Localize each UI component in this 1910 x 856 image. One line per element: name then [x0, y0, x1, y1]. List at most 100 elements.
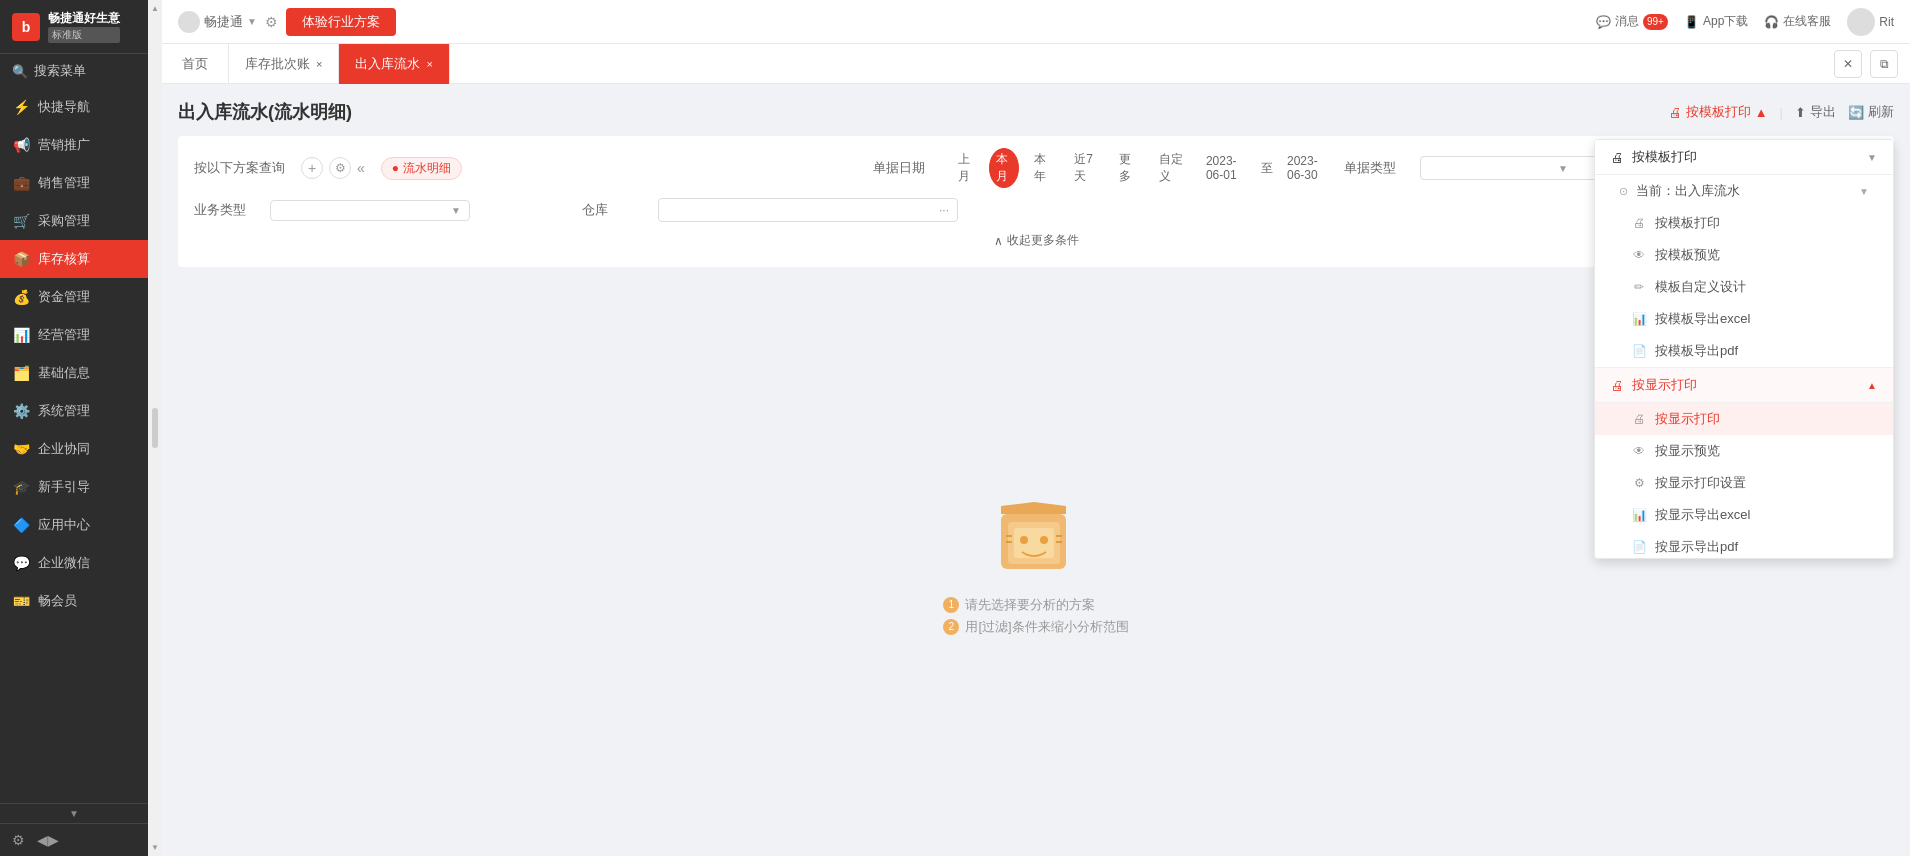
dp-template-custom[interactable]: ✏ 模板自定义设计 [1595, 271, 1893, 303]
main-area: 畅捷通 ▼ ⚙ 体验行业方案 💬 消息 99+ 📱 App下载 🎧 在线客服 [162, 0, 1910, 856]
date-range-start: 2023-06-01 [1206, 154, 1247, 182]
tab-flow-detail-close[interactable]: × [426, 58, 432, 70]
empty-hints: 1 请先选择要分析的方案 2 用[过滤]条件来缩小分析范围 [943, 596, 1128, 636]
filter-collapse-button[interactable]: « [357, 160, 365, 176]
sidebar-scroll-track: ▲ ▼ [148, 0, 162, 856]
date-7days[interactable]: 近7天 [1065, 148, 1104, 188]
apps-icon: 🔷 [12, 516, 30, 534]
dp-template-print-sub[interactable]: 🖨 按模板打印 [1595, 207, 1893, 239]
export-icon: ⬆ [1795, 105, 1806, 120]
filter-add-button[interactable]: + [301, 157, 323, 179]
collapse-sidebar-icon[interactable]: ◀▶ [37, 832, 59, 848]
sidebar-item-wechat[interactable]: 💬 企业微信 [0, 544, 148, 582]
sidebar-item-label-base: 基础信息 [38, 364, 90, 382]
action-divider: | [1780, 105, 1783, 120]
filter-settings-button[interactable]: ⚙ [329, 157, 351, 179]
marketing-icon: 📢 [12, 136, 30, 154]
newbie-icon: 🎓 [12, 478, 30, 496]
dp-display-print-settings[interactable]: ⚙ 按显示打印设置 [1595, 467, 1893, 499]
sidebar-item-operations[interactable]: 📊 经营管理 [0, 316, 148, 354]
refresh-button[interactable]: 🔄 刷新 [1848, 103, 1894, 121]
refresh-icon: 🔄 [1848, 105, 1864, 120]
sidebar-item-label-system: 系统管理 [38, 402, 90, 420]
tab-flow-detail[interactable]: 出入库流水 × [339, 44, 449, 84]
dp-template-preview[interactable]: 👁 按模板预览 [1595, 239, 1893, 271]
sidebar-item-sales[interactable]: 💼 销售管理 [0, 164, 148, 202]
template-print-label: 按模板打印 [1686, 103, 1751, 121]
export-button[interactable]: ⬆ 导出 [1795, 103, 1836, 121]
sidebar-item-membership[interactable]: 🎫 畅会员 [0, 582, 148, 620]
sidebar-item-label-purchase: 采购管理 [38, 212, 90, 230]
biz-type-select[interactable]: ▼ [270, 200, 470, 221]
refresh-label: 刷新 [1868, 103, 1894, 121]
tab-batch-ledger-close[interactable]: × [316, 58, 322, 70]
warehouse-select[interactable]: ··· [658, 198, 958, 222]
tabs-right-actions: ✕ ⧉ [1822, 44, 1910, 84]
warehouse-more-icon[interactable]: ··· [939, 203, 949, 217]
tab-close-btn[interactable]: ✕ [1834, 50, 1862, 78]
date-this-year[interactable]: 本年 [1025, 148, 1059, 188]
tab-home-label: 首页 [182, 55, 208, 73]
sidebar-item-label-newbie: 新手引导 [38, 478, 90, 496]
collapse-more-icon: ∧ [994, 234, 1003, 248]
scroll-thumb[interactable] [152, 408, 158, 448]
active-filter-label: 流水明细 [403, 160, 451, 177]
template-print-button[interactable]: 🖨 按模板打印 ▲ [1669, 103, 1768, 121]
dp-template-export-excel[interactable]: 📊 按模板导出excel [1595, 303, 1893, 335]
sidebar-item-enterprise[interactable]: 🤝 企业协同 [0, 430, 148, 468]
scroll-up-arrow[interactable]: ▲ [151, 4, 159, 13]
svg-rect-2 [1014, 528, 1054, 558]
search-menu-label: 搜索菜单 [34, 62, 86, 80]
dp-template-print-header[interactable]: 🖨 按模板打印 ▼ [1595, 140, 1893, 175]
dp-template-export-pdf[interactable]: 📄 按模板导出pdf [1595, 335, 1893, 367]
sidebar-item-newbie[interactable]: 🎓 新手引导 [0, 468, 148, 506]
sidebar-item-label-marketing: 营销推广 [38, 136, 90, 154]
dp-display-export-pdf[interactable]: 📄 按显示导出pdf [1595, 531, 1893, 559]
sidebar-item-apps[interactable]: 🔷 应用中心 [0, 506, 148, 544]
sidebar-scroll-down[interactable]: ▼ [0, 803, 148, 823]
sidebar-item-inventory[interactable]: 📦 库存核算 [0, 240, 148, 278]
settings-bottom-icon[interactable]: ⚙ [12, 832, 25, 848]
sidebar-item-marketing[interactable]: 📢 营销推广 [0, 126, 148, 164]
sidebar-item-base[interactable]: 🗂️ 基础信息 [0, 354, 148, 392]
sidebar-item-quick-nav[interactable]: ⚡ 快捷导航 [0, 88, 148, 126]
topbar-right: 💬 消息 99+ 📱 App下载 🎧 在线客服 Rit [1596, 8, 1894, 36]
sidebar-item-purchase[interactable]: 🛒 采购管理 [0, 202, 148, 240]
topbar-message[interactable]: 💬 消息 99+ [1596, 13, 1668, 30]
dp-display-print-header[interactable]: 🖨 按显示打印 ▲ [1595, 368, 1893, 403]
date-custom[interactable]: 自定义 [1150, 148, 1192, 188]
empty-hint-2: 2 用[过滤]条件来缩小分析范围 [943, 618, 1128, 636]
app-name: 畅捷通好生意 [48, 10, 120, 27]
topbar-dropdown-icon[interactable]: ▼ [247, 16, 257, 27]
topbar-customer-service[interactable]: 🎧 在线客服 [1764, 13, 1831, 30]
export-label: 导出 [1810, 103, 1836, 121]
tab-batch-ledger[interactable]: 库存批次账 × [229, 44, 339, 84]
message-badge: 99+ [1643, 14, 1668, 30]
topbar-user[interactable]: 畅捷通 ▼ [178, 11, 257, 33]
dp-display-export-excel[interactable]: 📊 按显示导出excel [1595, 499, 1893, 531]
dp-template-print-title: 🖨 按模板打印 [1611, 148, 1697, 166]
dp-display-preview[interactable]: 👁 按显示预览 [1595, 435, 1893, 467]
scroll-down-arrow[interactable]: ▼ [151, 843, 159, 852]
sidebar-item-finance[interactable]: 💰 资金管理 [0, 278, 148, 316]
date-prev-month[interactable]: 上月 [949, 148, 983, 188]
enterprise-icon: 🤝 [12, 440, 30, 458]
sidebar-item-label-inventory: 库存核算 [38, 250, 90, 268]
topbar-user-right[interactable]: Rit [1847, 8, 1894, 36]
tab-home[interactable]: 首页 [162, 44, 229, 84]
date-more[interactable]: 更多 [1110, 148, 1144, 188]
topbar-gear-icon[interactable]: ⚙ [265, 14, 278, 30]
active-filter-tag[interactable]: ● 流水明细 [381, 157, 462, 180]
trial-button[interactable]: 体验行业方案 [286, 8, 396, 36]
search-menu[interactable]: 🔍 搜索菜单 [0, 54, 148, 88]
filter-by-label: 按以下方案查询 [194, 159, 285, 177]
tab-minimize-btn[interactable]: ⧉ [1870, 50, 1898, 78]
message-label: 消息 [1615, 13, 1639, 30]
dp-display-print-sub[interactable]: 🖨 按显示打印 [1595, 403, 1893, 435]
hint-num-1: 1 [943, 597, 959, 613]
collapse-more-label: 收起更多条件 [1007, 232, 1079, 249]
sidebar-item-system[interactable]: ⚙️ 系统管理 [0, 392, 148, 430]
date-range-sep: 至 [1261, 160, 1273, 177]
topbar-app-download[interactable]: 📱 App下载 [1684, 13, 1748, 30]
date-this-month[interactable]: 本月 [989, 148, 1019, 188]
